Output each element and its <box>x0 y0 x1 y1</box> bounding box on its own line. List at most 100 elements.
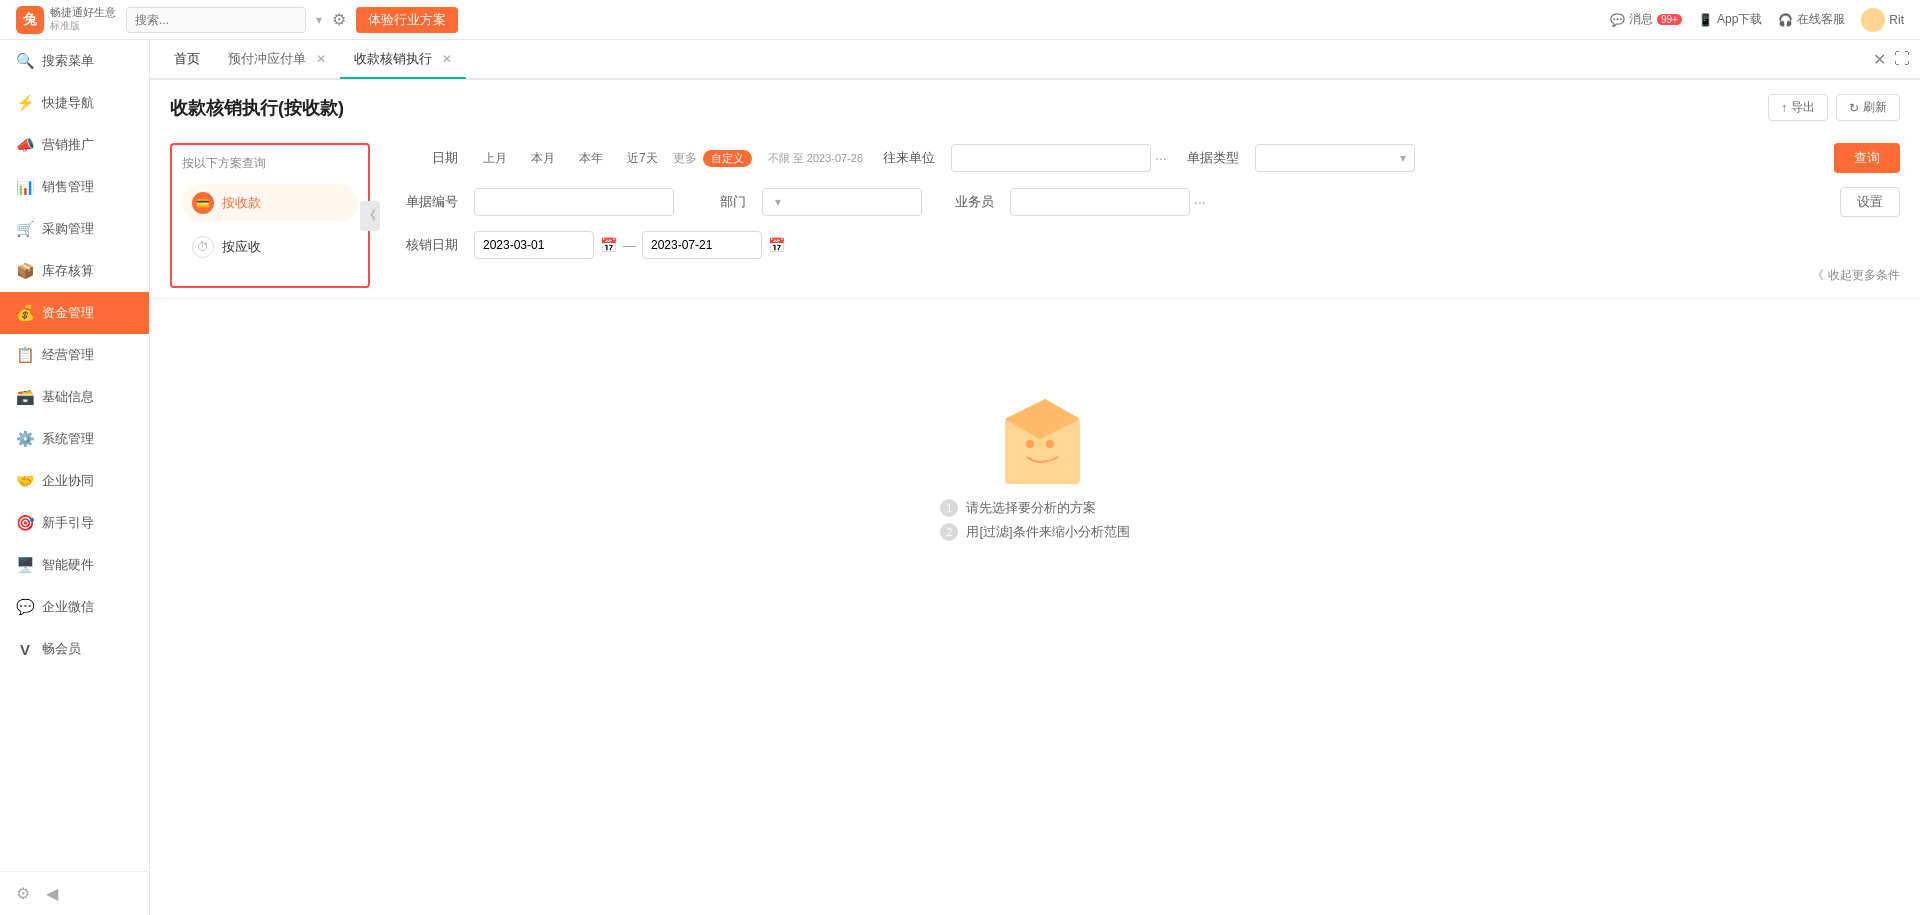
guide-icon: 🎯 <box>16 514 34 532</box>
staff-label: 业务员 <box>938 193 994 211</box>
tab-prepay-close[interactable]: ✕ <box>316 52 326 66</box>
search-input[interactable] <box>126 7 306 33</box>
filter-area: 按以下方案查询 💳 按收款 ⏱ 按应收 《 <box>150 131 1920 299</box>
sidebar-label-finance: 资金管理 <box>42 304 94 322</box>
topbar-left: 兔 畅捷通好生意 标准版 ▾ ⚙ 体验行业方案 <box>16 6 458 34</box>
collab-icon: 🤝 <box>16 472 34 490</box>
purchase-icon: 🛒 <box>16 220 34 238</box>
voucher-no-label: 单据编号 <box>402 193 458 211</box>
sidebar-item-guide[interactable]: 🎯 新手引导 <box>0 502 149 544</box>
finance-icon: 💰 <box>16 304 34 322</box>
date-custom-badge[interactable]: 自定义 <box>703 150 752 167</box>
voucher-type-select[interactable]: ▾ <box>1255 144 1415 172</box>
tab-verify-close[interactable]: ✕ <box>442 52 452 66</box>
inventory-icon: 📦 <box>16 262 34 280</box>
receipt-icon: 💳 <box>192 192 214 214</box>
sidebar-item-finance[interactable]: 💰 资金管理 <box>0 292 149 334</box>
date-btn-7days[interactable]: 近7天 <box>618 147 667 170</box>
filter-option-by-receipt[interactable]: 💳 按收款 <box>182 184 358 222</box>
staff-dots-icon[interactable]: ··· <box>1194 194 1206 210</box>
quick-nav-icon: ⚡ <box>16 94 34 112</box>
calendar-start-icon[interactable]: 📅 <box>600 237 617 253</box>
query-button[interactable]: 查询 <box>1834 143 1900 173</box>
sidebar-item-member[interactable]: V 畅会员 <box>0 628 149 670</box>
dept-chevron-icon: ▾ <box>775 195 781 209</box>
sidebar-label-system: 系统管理 <box>42 430 94 448</box>
app-icon: 📱 <box>1698 13 1713 27</box>
export-button[interactable]: ↑ 导出 <box>1768 94 1828 121</box>
sidebar-item-inventory[interactable]: 📦 库存核算 <box>0 250 149 292</box>
sidebar-item-hardware[interactable]: 🖥️ 智能硬件 <box>0 544 149 586</box>
date-btn-this-month[interactable]: 本月 <box>522 147 564 170</box>
sidebar-item-purchase[interactable]: 🛒 采购管理 <box>0 208 149 250</box>
chevron-down-icon[interactable]: ▾ <box>316 13 322 27</box>
sidebar-item-basic-info[interactable]: 🗃️ 基础信息 <box>0 376 149 418</box>
sidebar-item-system[interactable]: ⚙️ 系统管理 <box>0 418 149 460</box>
message-badge: 99+ <box>1657 14 1682 25</box>
collapse-more-label: 收起更多条件 <box>1828 267 1900 284</box>
tab-verify[interactable]: 收款核销执行 ✕ <box>340 41 466 79</box>
refresh-button[interactable]: ↻ 刷新 <box>1836 94 1900 121</box>
app-download-label: App下载 <box>1717 11 1762 28</box>
page-header: 收款核销执行(按收款) ↑ 导出 ↻ 刷新 <box>150 80 1920 131</box>
hint-num-1: 1 <box>940 499 958 517</box>
tab-home[interactable]: 首页 <box>160 41 214 79</box>
user-menu[interactable]: Rit <box>1861 8 1904 32</box>
sidebar-item-collab[interactable]: 🤝 企业协同 <box>0 460 149 502</box>
date-btn-this-year[interactable]: 本年 <box>570 147 612 170</box>
collapse-more-button[interactable]: 《 收起更多条件 <box>1812 267 1900 284</box>
gear-icon[interactable]: ⚙ <box>332 10 346 29</box>
message-button[interactable]: 💬 消息 99+ <box>1610 11 1682 28</box>
calendar-end-icon[interactable]: 📅 <box>768 237 785 253</box>
collapse-panel-button[interactable]: 《 <box>360 201 380 231</box>
settings-bottom-icon[interactable]: ⚙ <box>16 884 30 903</box>
expand-tab-button[interactable]: ⛶ <box>1894 50 1910 68</box>
verify-date-start-input[interactable] <box>474 231 594 259</box>
collapse-more-bar: 《 收起更多条件 <box>402 259 1900 288</box>
counterparty-input[interactable] <box>951 144 1151 172</box>
headset-icon: 🎧 <box>1778 13 1793 27</box>
sales-icon: 📊 <box>16 178 34 196</box>
app-download-button[interactable]: 📱 App下载 <box>1698 11 1762 28</box>
online-service-button[interactable]: 🎧 在线客服 <box>1778 11 1845 28</box>
hint-text-1: 请先选择要分析的方案 <box>966 499 1096 517</box>
date-more-button[interactable]: 更多 <box>673 150 697 167</box>
system-icon: ⚙️ <box>16 430 34 448</box>
page-header-actions: ↑ 导出 ↻ 刷新 <box>1768 94 1900 121</box>
collapse-sidebar-icon[interactable]: ◀ <box>46 884 58 903</box>
counterparty-label: 往来单位 <box>879 149 935 167</box>
filter-row-1: 日期 上月 本月 本年 近7天 更多 自定义 不 <box>402 143 1900 173</box>
sidebar-label-management: 经营管理 <box>42 346 94 364</box>
logo: 兔 畅捷通好生意 标准版 <box>16 6 116 34</box>
counterparty-dots-icon[interactable]: ··· <box>1155 150 1167 166</box>
hint-text-2: 用[过滤]条件来缩小分析范围 <box>966 523 1129 541</box>
sidebar-item-sales[interactable]: 📊 销售管理 <box>0 166 149 208</box>
sidebar-item-management[interactable]: 📋 经营管理 <box>0 334 149 376</box>
layout: 🔍 搜索菜单 ⚡ 快捷导航 📣 营销推广 📊 销售管理 🛒 采购管理 📦 库存核… <box>0 40 1920 915</box>
close-tab-button[interactable]: ✕ <box>1873 50 1886 69</box>
industry-solution-button[interactable]: 体验行业方案 <box>356 7 458 33</box>
filter-option-by-receivable[interactable]: ⏱ 按应收 <box>182 228 358 266</box>
date-btn-last-month[interactable]: 上月 <box>474 147 516 170</box>
sidebar-item-marketing[interactable]: 📣 营销推广 <box>0 124 149 166</box>
date-filter-label: 日期 <box>402 149 458 167</box>
sidebar-label-collab: 企业协同 <box>42 472 94 490</box>
staff-input[interactable] <box>1010 188 1190 216</box>
sidebar-bottom: ⚙ ◀ <box>0 871 149 915</box>
sidebar-item-quick-nav[interactable]: ⚡ 快捷导航 <box>0 82 149 124</box>
verify-date-end-input[interactable] <box>642 231 762 259</box>
dept-select[interactable]: ▾ <box>762 188 922 216</box>
verify-date-range: 📅 — 📅 <box>474 231 785 259</box>
refresh-icon: ↻ <box>1849 101 1859 115</box>
sidebar-item-search[interactable]: 🔍 搜索菜单 <box>0 40 149 82</box>
verify-date-label: 核销日期 <box>402 236 458 254</box>
setting-button[interactable]: 设置 <box>1840 187 1900 217</box>
svg-point-4 <box>1046 440 1054 448</box>
hardware-icon: 🖥️ <box>16 556 34 574</box>
user-name: Rit <box>1889 13 1904 27</box>
empty-illustration <box>985 379 1085 479</box>
sidebar-label-quick-nav: 快捷导航 <box>42 94 94 112</box>
tab-prepay[interactable]: 预付冲应付单 ✕ <box>214 41 340 79</box>
sidebar-item-wechat[interactable]: 💬 企业微信 <box>0 586 149 628</box>
voucher-no-input[interactable] <box>474 188 674 216</box>
